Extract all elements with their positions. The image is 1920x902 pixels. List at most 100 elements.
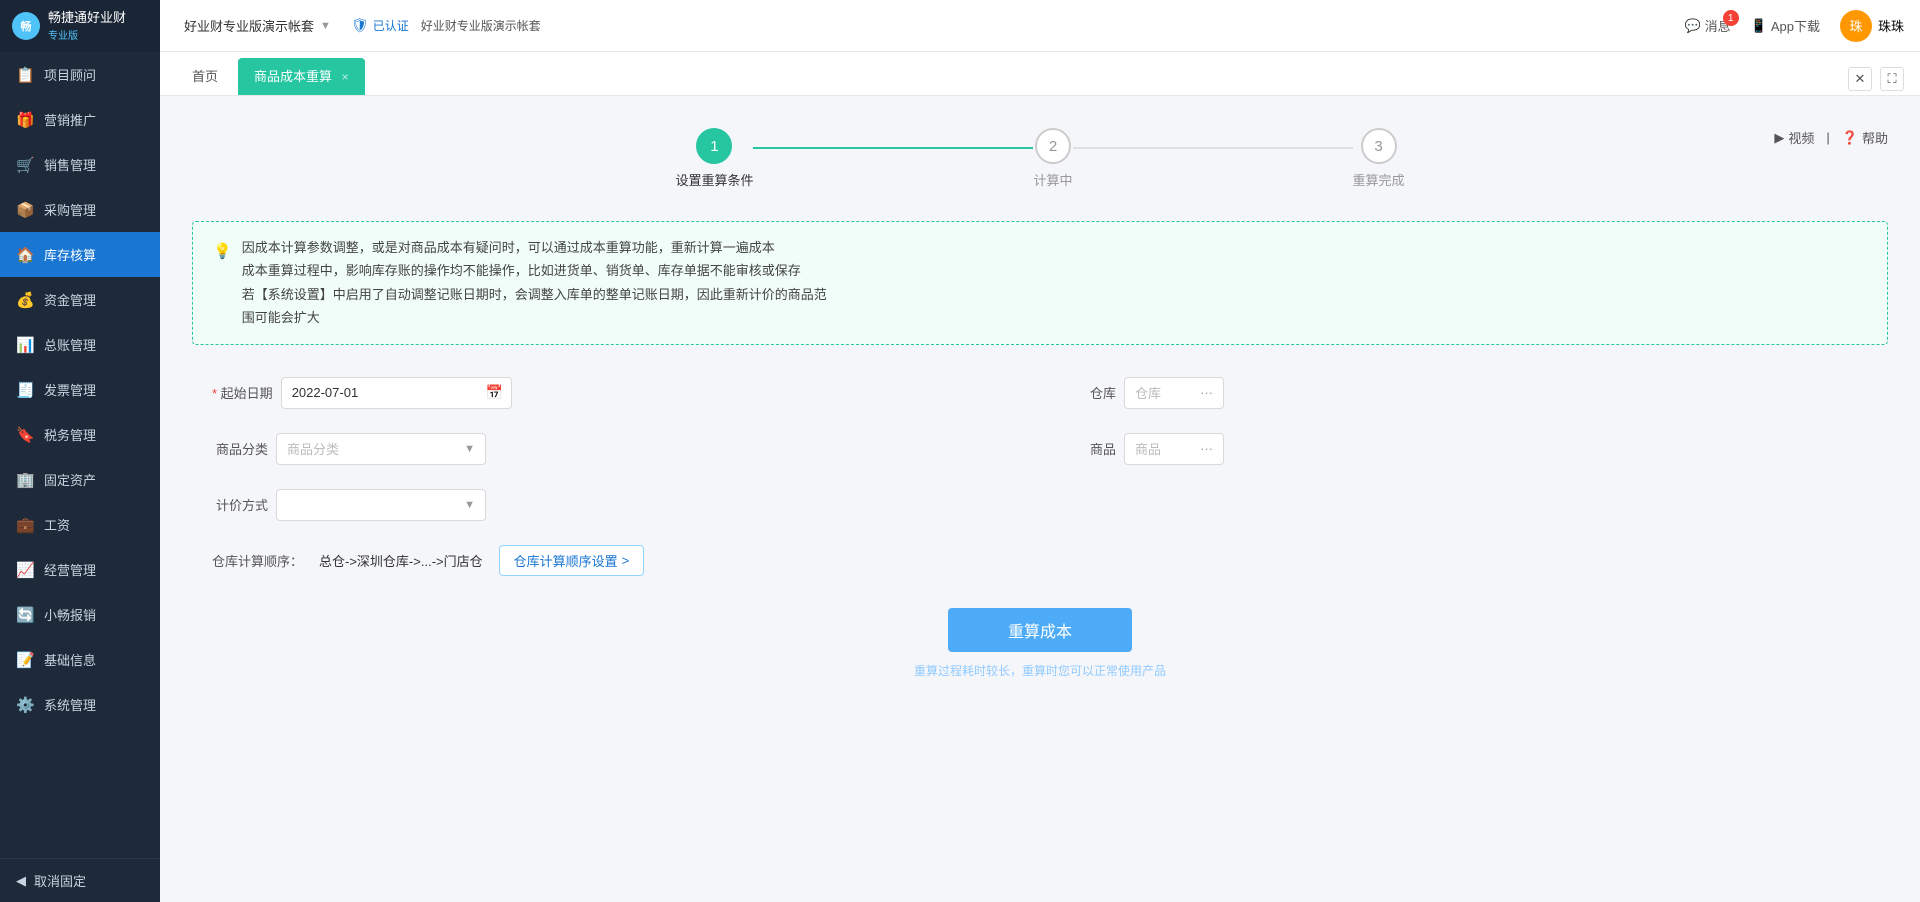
tabbar-controls: ✕ ⛶ xyxy=(1848,67,1904,95)
warehouse-selector[interactable]: 仓库 ··· xyxy=(1124,377,1224,409)
close-window-button[interactable]: ✕ xyxy=(1848,67,1872,91)
sidebar-item-operations[interactable]: 📈 经营管理 xyxy=(0,547,160,592)
sidebar-item-label: 固定资产 xyxy=(44,470,96,489)
pricing-label: 计价方式 xyxy=(212,495,268,514)
doc-help-button[interactable]: ❓ 帮助 xyxy=(1842,128,1888,147)
tab-recalc[interactable]: 商品成本重算 × xyxy=(238,58,365,95)
app-download-button[interactable]: 📱 App下载 xyxy=(1751,16,1820,35)
pricing-selector[interactable]: ▼ xyxy=(276,489,486,521)
product-selector[interactable]: 商品 ··· xyxy=(1124,433,1224,465)
start-date-label: 起始日期 xyxy=(212,383,273,402)
info-icon: 💡 xyxy=(213,238,232,330)
verified-text: 已认证 xyxy=(373,17,409,34)
sidebar-item-payroll[interactable]: 💼 工资 xyxy=(0,502,160,547)
step-2-circle: 2 xyxy=(1035,128,1071,164)
play-icon: ▶ xyxy=(1774,130,1784,146)
sidebar-item-system[interactable]: ⚙️ 系统管理 xyxy=(0,682,160,727)
step-1-label: 设置重算条件 xyxy=(675,170,753,189)
step-3-circle: 3 xyxy=(1361,128,1397,164)
product-label: 商品 xyxy=(1060,439,1116,458)
form-section: 起始日期 📅 仓库 仓库 ··· 商品分类 xyxy=(192,377,1888,521)
tab-close-icon[interactable]: × xyxy=(342,70,349,84)
video-help-button[interactable]: ▶ 视频 xyxy=(1774,128,1814,147)
step-1: 1 设置重算条件 xyxy=(675,128,753,189)
sidebar-item-label: 基础信息 xyxy=(44,650,96,669)
operations-icon: 📈 xyxy=(16,561,34,579)
sidebar-item-invoice[interactable]: 🧾 发票管理 xyxy=(0,367,160,412)
expand-window-button[interactable]: ⛶ xyxy=(1880,67,1904,91)
verified-badge: 🛡 已认证 xyxy=(351,17,409,34)
sales-icon: 🛒 xyxy=(16,156,34,174)
system-icon: ⚙️ xyxy=(16,696,34,714)
sidebar: 畅 畅捷通好业财 专业版 📋 项目顾问 🎁 营销推广 🛒 销售管理 📦 采购管理… xyxy=(0,0,160,902)
tab-home[interactable]: 首页 xyxy=(176,58,234,95)
form-row-1: 起始日期 📅 仓库 仓库 ··· xyxy=(212,377,1868,409)
warehouse-order-btn-label: 仓库计算顺序设置 xyxy=(514,551,618,570)
info-line-3: 若【系统设置】中启用了自动调整记账日期时，会调整入库单的整单记账日期，因此重新计… xyxy=(242,283,827,306)
account-chevron-icon: ▼ xyxy=(320,20,331,32)
step-3: 3 重算完成 xyxy=(1353,128,1405,189)
sidebar-item-inventory[interactable]: 🏠 库存核算 xyxy=(0,232,160,277)
product-field: 商品 商品 ··· xyxy=(1060,433,1868,465)
category-selector[interactable]: 商品分类 ▼ xyxy=(276,433,486,465)
warehouse-field: 仓库 仓库 ··· xyxy=(1060,377,1868,409)
recalc-section: 重算成本 重算过程耗时较长，重算时您可以正常使用产品 xyxy=(192,608,1888,679)
shield-icon: 🛡 xyxy=(351,17,369,34)
sidebar-item-marketing[interactable]: 🎁 营销推广 xyxy=(0,97,160,142)
sidebar-item-tax[interactable]: 🔖 税务管理 xyxy=(0,412,160,457)
sidebar-item-label: 库存核算 xyxy=(44,245,96,264)
purchase-icon: 📦 xyxy=(16,201,34,219)
message-badge: 1 xyxy=(1723,10,1739,26)
stepper-help: ▶ 视频 | ❓ 帮助 xyxy=(1774,128,1888,147)
sidebar-item-project[interactable]: 📋 项目顾问 xyxy=(0,52,160,97)
info-line-1: 因成本计算参数调整，或是对商品成本有疑问时，可以通过成本重算功能，重新计算一遍成… xyxy=(242,236,827,259)
sidebar-item-label: 经营管理 xyxy=(44,560,96,579)
product-ellipsis-icon: ··· xyxy=(1200,441,1213,456)
warehouse-order-row: 仓库计算顺序： 总仓->深圳仓库->...->门店仓 仓库计算顺序设置 > xyxy=(192,545,1888,576)
verified-account-sub: 好业财专业版演示帐套 xyxy=(421,17,541,34)
warehouse-order-settings-button[interactable]: 仓库计算顺序设置 > xyxy=(499,545,645,576)
app-edition: 专业版 xyxy=(48,27,126,42)
start-date-input-wrapper[interactable]: 📅 xyxy=(281,377,512,409)
app-title: 畅捷通好业财 xyxy=(48,10,126,27)
calendar-icon[interactable]: 📅 xyxy=(478,384,511,401)
finance-icon: 💰 xyxy=(16,291,34,309)
message-button[interactable]: 💬 消息 1 xyxy=(1684,16,1730,35)
form-row-2: 商品分类 商品分类 ▼ 商品 商品 ··· xyxy=(212,433,1868,465)
sidebar-item-label: 总账管理 xyxy=(44,335,96,354)
sidebar-item-expense[interactable]: 🔄 小畅报销 xyxy=(0,592,160,637)
chevron-right-icon: > xyxy=(622,553,630,568)
invoice-icon: 🧾 xyxy=(16,381,34,399)
sidebar-item-sales[interactable]: 🛒 销售管理 xyxy=(0,142,160,187)
start-date-input[interactable] xyxy=(282,379,478,406)
recalc-button[interactable]: 重算成本 xyxy=(948,608,1132,652)
app-download-label: App下载 xyxy=(1771,16,1820,35)
sidebar-item-assets[interactable]: 🏢 固定资产 xyxy=(0,457,160,502)
marketing-icon: 🎁 xyxy=(16,111,34,129)
step-line-1-2 xyxy=(753,147,1033,149)
sidebar-item-label: 发票管理 xyxy=(44,380,96,399)
category-field: 商品分类 商品分类 ▼ xyxy=(212,433,1020,465)
sidebar-item-label: 税务管理 xyxy=(44,425,96,444)
warehouse-ellipsis-icon: ··· xyxy=(1200,385,1213,400)
sidebar-item-finance[interactable]: 💰 资金管理 xyxy=(0,277,160,322)
account-selector[interactable]: 好业财专业版演示帐套 ▼ xyxy=(176,12,339,39)
expense-icon: 🔄 xyxy=(16,606,34,624)
tabbar: 首页 商品成本重算 × ✕ ⛶ xyxy=(160,52,1920,96)
main-area: 好业财专业版演示帐套 ▼ 🛡 已认证 好业财专业版演示帐套 💬 消息 1 📱 A… xyxy=(160,0,1920,902)
step-2-label: 计算中 xyxy=(1033,170,1072,189)
info-text: 因成本计算参数调整，或是对商品成本有疑问时，可以通过成本重算功能，重新计算一遍成… xyxy=(242,236,827,330)
app-logo-icon: 畅 xyxy=(12,12,40,40)
sidebar-item-basic[interactable]: 📝 基础信息 xyxy=(0,637,160,682)
sidebar-unpin-button[interactable]: ◀ 取消固定 xyxy=(0,858,160,902)
sidebar-item-purchase[interactable]: 📦 采购管理 xyxy=(0,187,160,232)
step-3-label: 重算完成 xyxy=(1353,170,1405,189)
user-menu[interactable]: 珠 珠珠 xyxy=(1840,10,1904,42)
info-box: 💡 因成本计算参数调整，或是对商品成本有疑问时，可以通过成本重算功能，重新计算一… xyxy=(192,221,1888,345)
sidebar-item-label: 系统管理 xyxy=(44,695,96,714)
divider: | xyxy=(1826,130,1829,145)
sidebar-item-label: 销售管理 xyxy=(44,155,96,174)
sidebar-item-accounting[interactable]: 📊 总账管理 xyxy=(0,322,160,367)
help-label: 帮助 xyxy=(1862,128,1888,147)
sidebar-item-label: 采购管理 xyxy=(44,200,96,219)
